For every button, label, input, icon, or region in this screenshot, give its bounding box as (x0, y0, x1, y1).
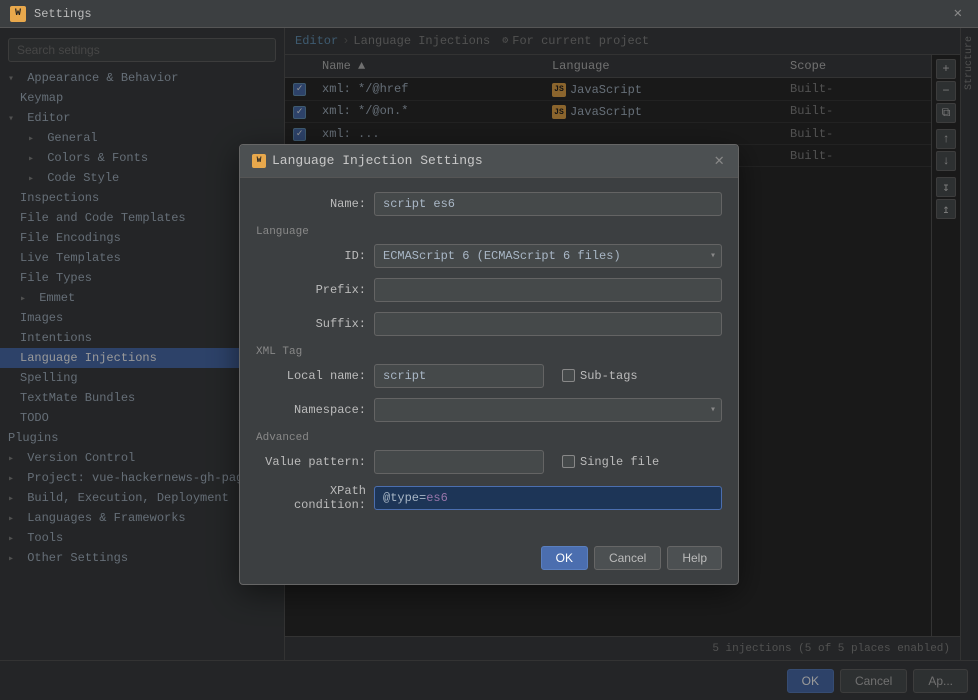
value-pattern-input[interactable] (374, 450, 544, 474)
local-name-input[interactable] (374, 364, 544, 388)
xml-tag-section-label: XML Tag (256, 346, 722, 358)
modal-close-button[interactable]: ✕ (712, 153, 726, 169)
suffix-row: Suffix: (256, 312, 722, 336)
subtags-checkbox[interactable] (562, 369, 575, 382)
modal-title: Language Injection Settings (272, 153, 483, 168)
modal-body: Name: Language ID: ECMAScript 6 (ECMAScr… (240, 178, 738, 536)
xpath-value: es6 (426, 491, 448, 505)
namespace-row: Namespace: ▾ (256, 398, 722, 422)
xpath-input-container[interactable]: @type= es6 (374, 486, 722, 510)
modal-title-bar: W Language Injection Settings ✕ (240, 145, 738, 178)
prefix-input[interactable] (374, 278, 722, 302)
modal-ok-button[interactable]: OK (541, 546, 588, 570)
window-close-button[interactable]: ✕ (948, 3, 968, 24)
language-id-label: ID: (256, 249, 366, 263)
namespace-label: Namespace: (256, 403, 366, 417)
language-id-select[interactable]: ECMAScript 6 (ECMAScript 6 files) (374, 244, 722, 268)
prefix-row: Prefix: (256, 278, 722, 302)
advanced-section-label: Advanced (256, 432, 722, 444)
single-file-label[interactable]: Single file (562, 455, 659, 469)
title-bar: W Settings ✕ (0, 0, 978, 28)
single-file-checkbox[interactable] (562, 455, 575, 468)
local-name-row: Local name: Sub-tags (256, 364, 722, 388)
value-pattern-row: Value pattern: Single file (256, 450, 722, 474)
namespace-select[interactable] (374, 398, 722, 422)
modal-icon: W (252, 154, 266, 168)
xpath-label: XPath condition: (256, 484, 366, 512)
modal-cancel-button[interactable]: Cancel (594, 546, 661, 570)
subtags-label[interactable]: Sub-tags (562, 369, 638, 383)
language-id-select-wrapper: ECMAScript 6 (ECMAScript 6 files) ▾ (374, 244, 722, 268)
language-id-row: ID: ECMAScript 6 (ECMAScript 6 files) ▾ (256, 244, 722, 268)
name-input[interactable] (374, 192, 722, 216)
language-injection-settings-modal: W Language Injection Settings ✕ Name: La… (239, 144, 739, 585)
local-name-label: Local name: (256, 369, 366, 383)
value-pattern-label: Value pattern: (256, 455, 366, 469)
name-label: Name: (256, 197, 366, 211)
name-row: Name: (256, 192, 722, 216)
xpath-prefix: @type= (383, 491, 426, 505)
prefix-label: Prefix: (256, 283, 366, 297)
window-title: Settings (34, 7, 92, 21)
namespace-select-wrapper: ▾ (374, 398, 722, 422)
xpath-row: XPath condition: @type= es6 (256, 484, 722, 512)
modal-help-button[interactable]: Help (667, 546, 722, 570)
single-file-text: Single file (580, 455, 659, 469)
modal-overlay: W Language Injection Settings ✕ Name: La… (0, 28, 978, 700)
language-section-label: Language (256, 226, 722, 238)
app-icon: W (10, 6, 26, 22)
subtags-text: Sub-tags (580, 369, 638, 383)
suffix-input[interactable] (374, 312, 722, 336)
suffix-label: Suffix: (256, 317, 366, 331)
modal-footer: OK Cancel Help (240, 536, 738, 584)
